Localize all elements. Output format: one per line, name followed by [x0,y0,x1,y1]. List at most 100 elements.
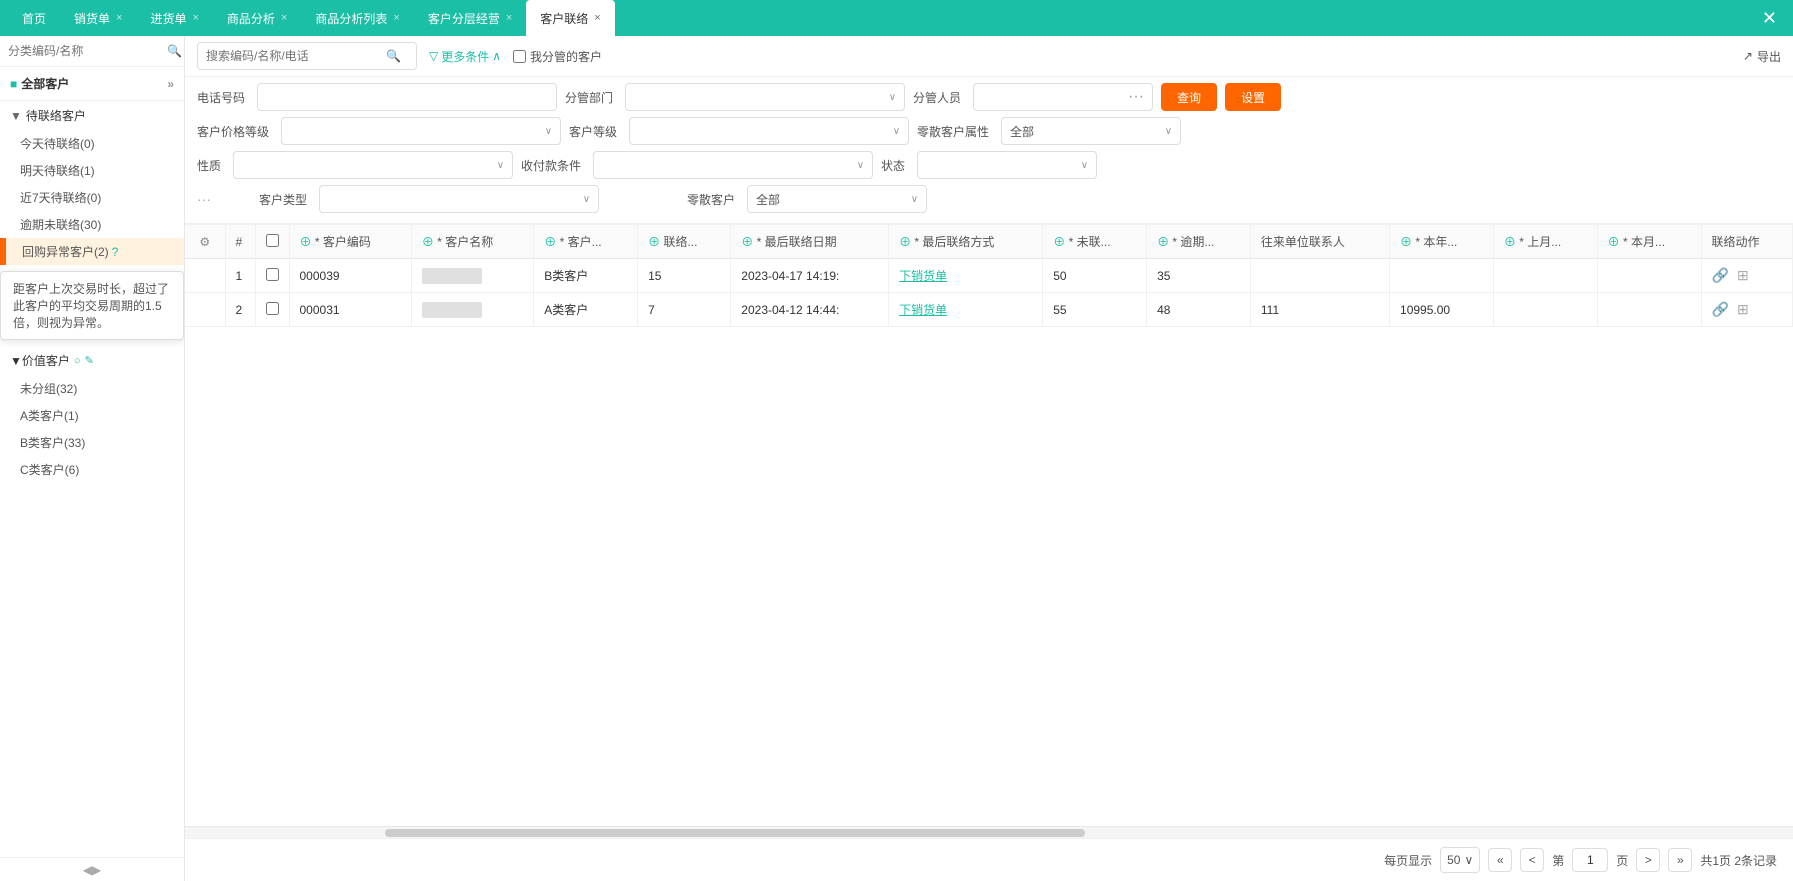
th-pending[interactable]: ⊕ * 未联... [1043,225,1147,259]
sidebar-search-area: 🔍 [0,36,184,67]
nav-sales[interactable]: 销货单 × [60,0,136,36]
sidebar-search-icon[interactable]: 🔍 [167,44,182,58]
sidebar-c-class[interactable]: C类客户(6) [0,456,184,483]
settings-button[interactable]: 设置 [1225,83,1281,111]
th-last-contact-method[interactable]: ⊕ * 最后联络方式 [889,225,1043,259]
th-overdue[interactable]: ⊕ * 逾期... [1147,225,1251,259]
value-group-edit-icon[interactable]: ○ [74,355,81,367]
row4-dots[interactable]: ··· [197,191,211,207]
action-grid-icon-1[interactable]: ⊞ [1737,267,1749,284]
nav-sales-close[interactable]: × [116,12,122,24]
nav-product-analysis[interactable]: 商品分析 × [213,0,301,36]
contact-method-link-2[interactable]: 下销货单 [899,303,947,317]
action-link-icon-2[interactable]: 🔗 [1712,301,1729,318]
my-customers-check[interactable] [513,50,526,63]
scroll-thumb[interactable] [385,829,1085,837]
customer-name-blur-2 [422,302,482,318]
export-btn[interactable]: ↗ 导出 [1743,48,1781,65]
nav-purchase-close[interactable]: × [192,12,198,24]
retail-attr-select[interactable]: 全部 ∨ [1001,117,1181,145]
th-this-year[interactable]: ⊕ * 本年... [1390,225,1494,259]
th-this-month[interactable]: ⊕ * 本月... [1597,225,1701,259]
window-close-btn[interactable]: ✕ [1754,8,1785,29]
nav-product-analysis-close[interactable]: × [281,12,287,24]
status-select[interactable]: ∨ [917,151,1097,179]
nav-home[interactable]: 首页 [8,0,60,36]
row-checkbox-2[interactable] [266,302,279,315]
action-icons-1: 🔗 ⊞ [1712,267,1783,284]
sidebar-ungrouped[interactable]: 未分组(32) [0,375,184,402]
sidebar-repeat-abnormal[interactable]: 回购异常客户(2) ? [3,238,184,265]
person-input[interactable]: ··· [973,83,1153,111]
sidebar-overdue-pending[interactable]: 逾期未联络(30) [0,211,184,238]
dept-chevron: ∨ [889,92,896,103]
th-customer-type[interactable]: ⊕ * 客户... [534,225,638,259]
customer-grade-select[interactable]: ∨ [629,117,909,145]
query-button[interactable]: 查询 [1161,83,1217,111]
export-icon: ↗ [1743,49,1753,63]
table-gear-icon[interactable]: ⚙ [199,235,210,249]
action-link-icon-1[interactable]: 🔗 [1712,267,1729,284]
sidebar-b-class[interactable]: B类客户(33) [0,429,184,456]
sidebar-tomorrow-pending[interactable]: 明天待联络(1) [0,157,184,184]
th-code[interactable]: ⊕ * 客户编码 [289,225,411,259]
sidebar-7day-pending[interactable]: 近7天待联络(0) [0,184,184,211]
th-name[interactable]: ⊕ * 客户名称 [411,225,533,259]
th-settings[interactable]: ⚙ [185,225,225,259]
phone-label: 电话号码 [197,89,245,106]
phone-input[interactable] [257,83,557,111]
all-customers-header[interactable]: ■ 全部客户 » [0,67,184,101]
th-overdue-sort-icon: ⊕ [1157,235,1169,249]
th-contact[interactable]: ⊕ 联络... [638,225,731,259]
price-grade-select[interactable]: ∨ [281,117,561,145]
filter-search-input[interactable] [206,49,386,63]
nav-customer-tier-close[interactable]: × [506,12,512,24]
prev-page-btn[interactable]: < [1520,848,1544,872]
td-date-2: 2023-04-12 14:44: [731,293,889,327]
nav-product-list[interactable]: 商品分析列表 × [301,0,413,36]
td-year-1 [1390,259,1494,293]
th-method-sort-icon: ⊕ [899,235,911,249]
dept-label: 分管部门 [565,89,613,106]
nav-purchase[interactable]: 进货单 × [136,0,212,36]
more-conditions-btn[interactable]: ▽ 更多条件 ∧ [429,48,501,65]
td-date-1: 2023-04-17 14:19: [731,259,889,293]
contact-method-link-1[interactable]: 下销货单 [899,269,947,283]
filter-row-4: ··· 客户类型 ∨ 零散客户 全部 ∨ [197,185,1781,213]
page-number-input[interactable] [1572,848,1608,872]
last-page-btn[interactable]: » [1668,848,1692,872]
sidebar-collapse-icon[interactable]: » [167,77,174,91]
select-all-checkbox[interactable] [266,234,279,247]
customer-type-select[interactable]: ∨ [319,185,599,213]
next-page-btn[interactable]: > [1636,848,1660,872]
action-grid-icon-2[interactable]: ⊞ [1737,301,1749,318]
dept-select[interactable]: ∨ [625,83,905,111]
nav-product-list-close[interactable]: × [393,12,399,24]
filter-search-icon[interactable]: 🔍 [386,49,401,63]
sidebar-a-class[interactable]: A类客户(1) [0,402,184,429]
pay-condition-select[interactable]: ∨ [593,151,873,179]
horizontal-scrollbar[interactable] [185,826,1793,838]
nav-customer-tier[interactable]: 客户分层经营 × [414,0,526,36]
pending-group[interactable]: ▼ 待联络客户 [0,101,184,130]
value-group[interactable]: ▼ 价值客户 ○ ✎ [0,346,184,375]
th-last-contact-date[interactable]: ⊕ * 最后联络日期 [731,225,889,259]
first-page-btn[interactable]: « [1488,848,1512,872]
retail-customer-chevron: ∨ [911,194,918,205]
th-last-month[interactable]: ⊕ * 上月... [1493,225,1597,259]
retail-customer-select[interactable]: 全部 ∨ [747,185,927,213]
sidebar-next-arrow[interactable]: ▶ [92,863,101,877]
gender-select[interactable]: ∨ [233,151,513,179]
sidebar-prev-arrow[interactable]: ◀ [83,863,92,877]
help-icon[interactable]: ? [112,245,119,259]
table-row: 2 000031 A类客户 7 2023-04-12 14:44: 下销货单 5… [185,293,1793,327]
nav-customer-contact-close[interactable]: × [594,12,600,24]
sidebar-today-pending[interactable]: 今天待联络(0) [0,130,184,157]
sidebar-search-input[interactable] [8,44,163,58]
nav-customer-contact[interactable]: 客户联络 × [526,0,614,36]
per-page-select[interactable]: 50 ∨ [1440,847,1480,873]
row-checkbox-1[interactable] [266,268,279,281]
person-dots[interactable]: ··· [1128,88,1144,106]
value-group-settings-icon[interactable]: ✎ [85,354,94,367]
th-this-month-sort-icon: ⊕ [1608,235,1620,249]
